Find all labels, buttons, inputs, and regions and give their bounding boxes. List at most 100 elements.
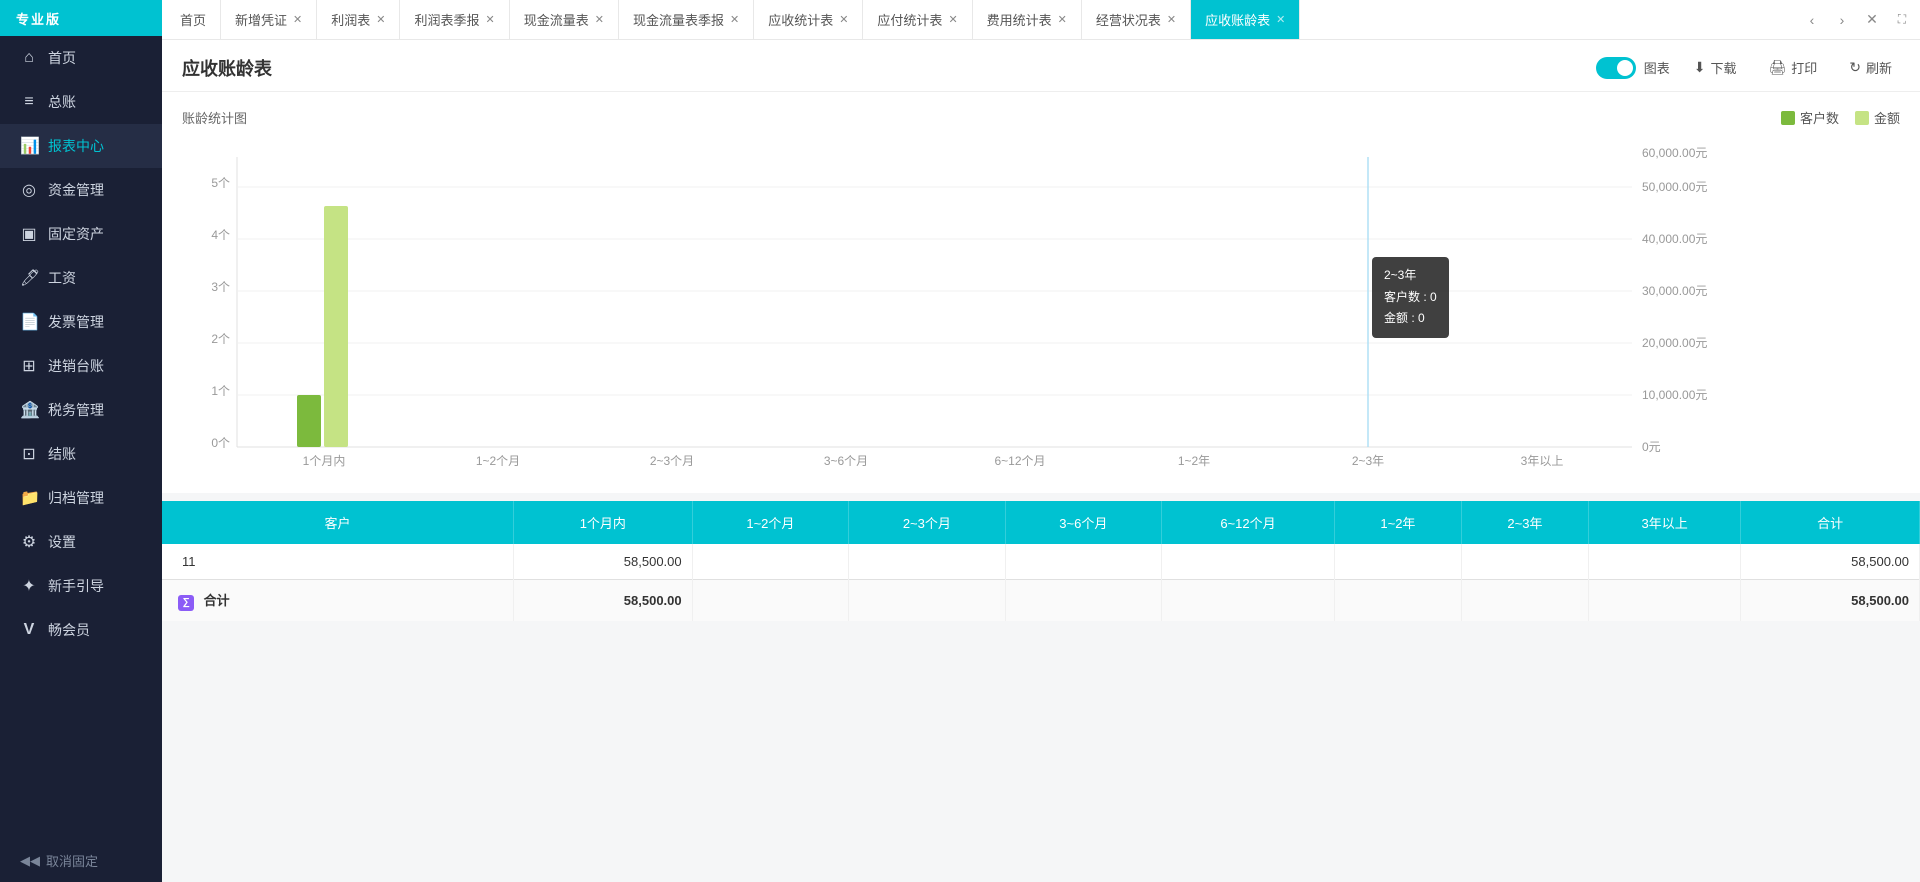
header-actions: 图表 ⬇ 下载 🖨 打印 ↻ 刷新 — [1596, 54, 1900, 81]
legend-amount: 金额 — [1855, 108, 1900, 127]
tax-icon: 🏦 — [20, 400, 38, 420]
tab-cashflow-close[interactable]: ✕ — [595, 13, 604, 26]
sidebar-item-guide[interactable]: ✦ 新手引导 — [0, 564, 162, 608]
chart-canvas-wrap: 0个 1个 2个 3个 4个 5个 — [182, 137, 1900, 477]
tab-home-label: 首页 — [180, 10, 206, 29]
legend-customer-label: 客户数 — [1800, 108, 1839, 127]
y-right-0: 0元 — [1642, 440, 1661, 454]
footer-month1: 58,500.00 — [514, 580, 693, 621]
col-month36: 3~6个月 — [1005, 501, 1161, 544]
sidebar-item-close[interactable]: ⊡ 结账 — [0, 432, 162, 476]
legend-customer: 客户数 — [1781, 108, 1839, 127]
tab-close-all-button[interactable]: ✕ — [1858, 6, 1886, 34]
sidebar-item-salary[interactable]: 🖊 工资 — [0, 256, 162, 300]
bar-1month-amount — [324, 206, 348, 447]
tab-fullscreen-button[interactable]: ⛶ — [1888, 6, 1916, 34]
tab-payable-stat[interactable]: 应付统计表 ✕ — [863, 0, 972, 40]
sidebar-item-vip[interactable]: V 畅会员 — [0, 608, 162, 652]
download-button[interactable]: ⬇ 下载 — [1686, 54, 1745, 81]
col-month23: 2~3个月 — [849, 501, 1005, 544]
tab-profit[interactable]: 利润表 ✕ — [317, 0, 400, 40]
table-section: 客户 1个月内 1~2个月 2~3个月 3~6个月 6~12个月 1~2年 2~… — [162, 501, 1920, 621]
tab-cashflow-quarter[interactable]: 现金流量表季报 ✕ — [619, 0, 754, 40]
chart-title: 账龄统计图 — [182, 108, 247, 127]
tab-receivable-stat-close[interactable]: ✕ — [839, 13, 848, 26]
cell-year23 — [1461, 544, 1588, 580]
tab-profit-close[interactable]: ✕ — [376, 13, 385, 26]
sidebar-item-reports[interactable]: 📊 报表中心 — [0, 124, 162, 168]
tab-home[interactable]: 首页 — [166, 0, 221, 40]
print-button[interactable]: 🖨 打印 — [1760, 54, 1825, 81]
sidebar-item-label: 总账 — [48, 92, 76, 112]
tab-expense-stat-close[interactable]: ✕ — [1058, 13, 1067, 26]
x-label-7: 2~3年 — [1352, 454, 1384, 468]
refresh-button[interactable]: ↻ 刷新 — [1841, 54, 1900, 81]
sidebar-item-label: 固定资产 — [48, 224, 104, 244]
sidebar-item-stock[interactable]: ⊞ 进销台账 — [0, 344, 162, 388]
table-body: 11 58,500.00 58,500.00 — [162, 544, 1920, 580]
tab-expense-stat[interactable]: 费用统计表 ✕ — [973, 0, 1082, 40]
tab-profit-quarter-close[interactable]: ✕ — [486, 13, 495, 26]
tab-receivable-aging[interactable]: 应收账龄表 ✕ — [1191, 0, 1300, 40]
tab-payable-stat-close[interactable]: ✕ — [948, 13, 957, 26]
tab-prev-button[interactable]: ‹ — [1798, 6, 1826, 34]
sidebar-item-label: 结账 — [48, 444, 76, 464]
legend-amount-dot — [1855, 111, 1869, 125]
sidebar-item-label: 资金管理 — [48, 180, 104, 200]
x-label-8: 3年以上 — [1521, 454, 1564, 468]
tab-biz-status-close[interactable]: ✕ — [1167, 13, 1176, 26]
tab-cashflow-label: 现金流量表 — [524, 10, 589, 29]
tab-receivable-stat[interactable]: 应收统计表 ✕ — [754, 0, 863, 40]
cell-month12 — [692, 544, 848, 580]
tab-next-button[interactable]: › — [1828, 6, 1856, 34]
sidebar-item-settings[interactable]: ⚙ 设置 — [0, 520, 162, 564]
y-right-2: 20,000.00元 — [1642, 336, 1707, 350]
y-left-2: 2个 — [211, 332, 230, 346]
tab-voucher-close[interactable]: ✕ — [293, 13, 302, 26]
table-header-row: 客户 1个月内 1~2个月 2~3个月 3~6个月 6~12个月 1~2年 2~… — [162, 501, 1920, 544]
tab-cashflow-quarter-close[interactable]: ✕ — [730, 13, 739, 26]
col-year23: 2~3年 — [1461, 501, 1588, 544]
sidebar-nav: ⌂ 首页 ≡ 总账 📊 报表中心 ◎ 资金管理 ▣ 固定资产 🖊 工资 📄 发票… — [0, 36, 162, 839]
tab-voucher[interactable]: 新增凭证 ✕ — [221, 0, 317, 40]
x-label-3: 2~3个月 — [650, 454, 694, 468]
print-icon: 🖨 — [1768, 59, 1786, 76]
sidebar-item-assets[interactable]: ▣ 固定资产 — [0, 212, 162, 256]
y-left-5: 5个 — [211, 176, 230, 190]
page-content: 应收账龄表 图表 ⬇ 下载 🖨 打印 ↻ 刷新 — [162, 40, 1920, 882]
tab-profit-quarter-label: 利润表季报 — [414, 10, 479, 29]
tab-receivable-aging-close[interactable]: ✕ — [1276, 13, 1285, 26]
tab-bar: 首页 新增凭证 ✕ 利润表 ✕ 利润表季报 ✕ 现金流量表 ✕ 现金流量表季报 … — [162, 0, 1920, 40]
sidebar-item-funds[interactable]: ◎ 资金管理 — [0, 168, 162, 212]
cell-year3plus — [1588, 544, 1740, 580]
legend-customer-dot — [1781, 111, 1795, 125]
footer-year3plus — [1588, 580, 1740, 621]
tab-cashflow[interactable]: 现金流量表 ✕ — [510, 0, 619, 40]
sidebar-item-label: 畅会员 — [48, 620, 90, 640]
sidebar-item-invoice[interactable]: 📄 发票管理 — [0, 300, 162, 344]
page-title: 应收账龄表 — [182, 55, 272, 81]
y-right-5: 50,000.00元 — [1642, 180, 1707, 194]
x-label-5: 6~12个月 — [994, 454, 1045, 468]
y-right-1: 10,000.00元 — [1642, 388, 1707, 402]
cell-year12 — [1334, 544, 1461, 580]
y-left-1: 1个 — [211, 384, 230, 398]
tab-biz-status[interactable]: 经营状况表 ✕ — [1082, 0, 1191, 40]
chart-toggle-label: 图表 — [1644, 58, 1670, 77]
sidebar-item-tax[interactable]: 🏦 税务管理 — [0, 388, 162, 432]
table-footer-row: ∑ 合计 58,500.00 58,500.00 — [162, 580, 1920, 621]
salary-icon: 🖊 — [20, 268, 38, 288]
chart-section: 账龄统计图 客户数 金额 0个 1个 — [162, 92, 1920, 493]
footer-month612 — [1162, 580, 1335, 621]
y-right-4: 40,000.00元 — [1642, 232, 1707, 246]
tab-profit-label: 利润表 — [331, 10, 370, 29]
sidebar-item-home[interactable]: ⌂ 首页 — [0, 36, 162, 80]
pin-toggle[interactable]: ◀◀ 取消固定 — [0, 839, 162, 882]
cell-month36 — [1005, 544, 1161, 580]
y-left-0: 0个 — [211, 436, 230, 450]
bar-1month-customers — [297, 395, 321, 447]
tab-profit-quarter[interactable]: 利润表季报 ✕ — [400, 0, 509, 40]
chart-toggle[interactable] — [1596, 57, 1636, 79]
sidebar-item-ledger[interactable]: ≡ 总账 — [0, 80, 162, 124]
sidebar-item-archive[interactable]: 📁 归档管理 — [0, 476, 162, 520]
